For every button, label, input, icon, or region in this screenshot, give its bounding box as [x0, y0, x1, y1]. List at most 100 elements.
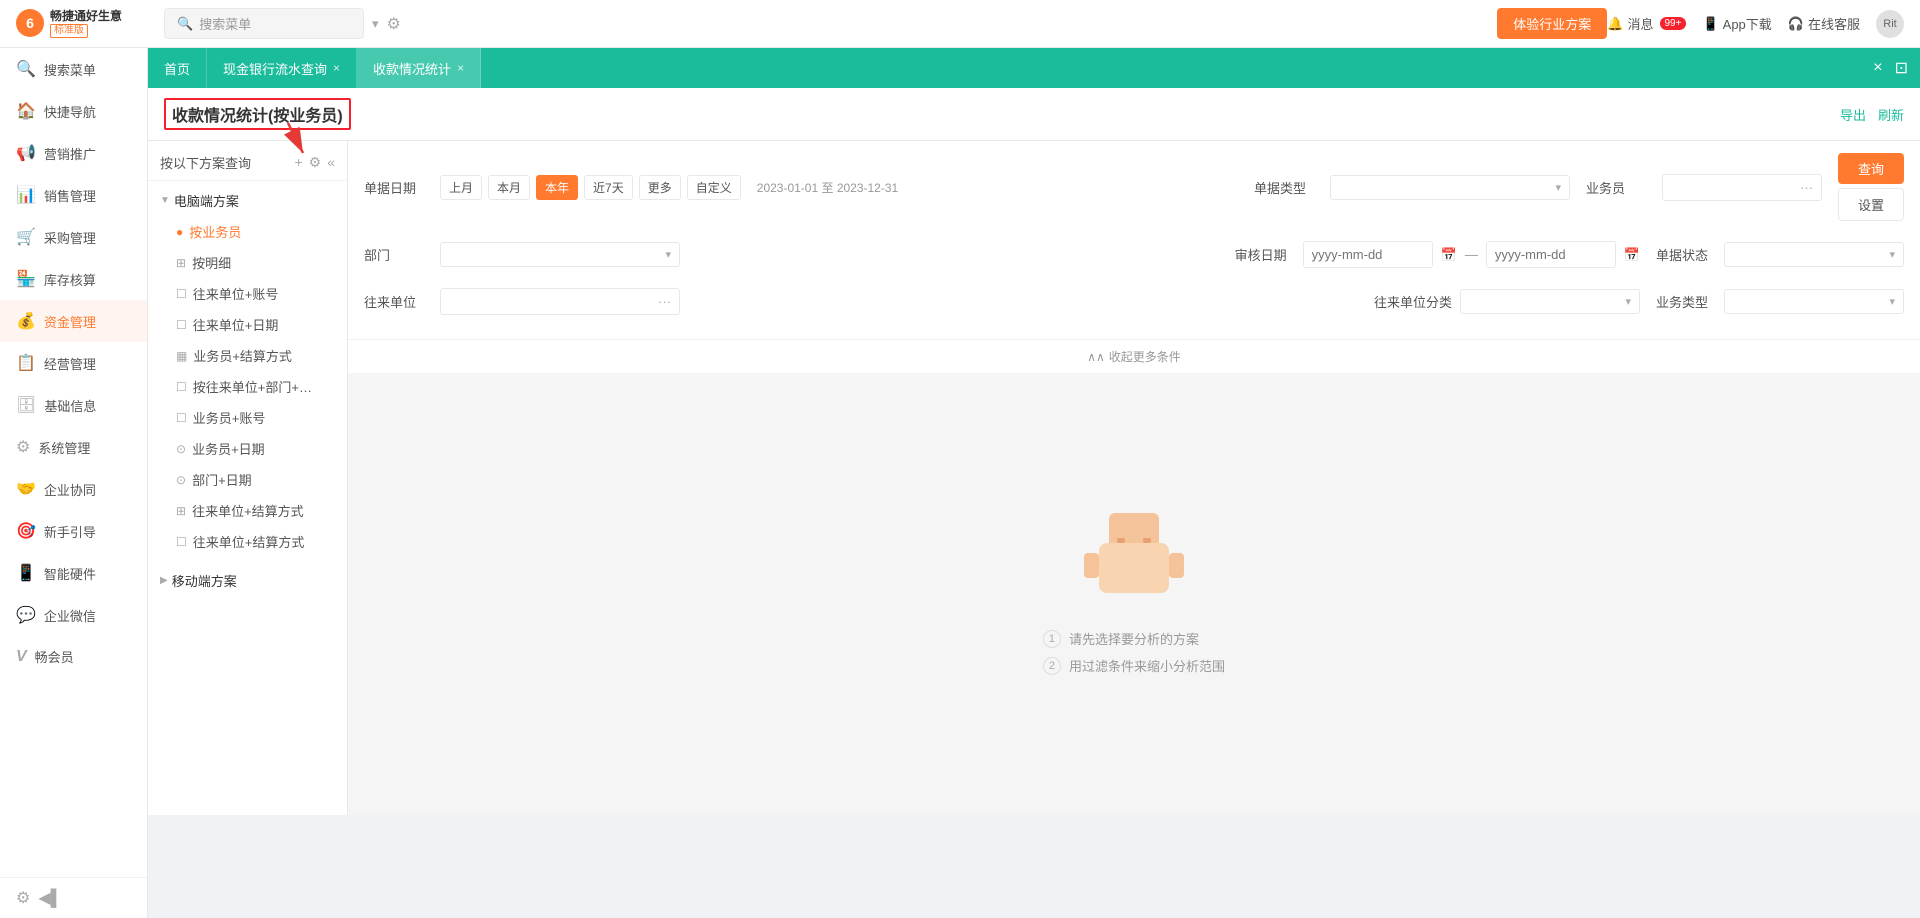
calendar-icon-to[interactable]: 📅 — [1624, 247, 1640, 263]
calendar-icon-from[interactable]: 📅 — [1441, 247, 1457, 263]
scheme-item-detail[interactable]: ⊞ 按明细 — [148, 247, 347, 278]
online-service-button[interactable]: 🎧 在线客服 — [1788, 14, 1860, 33]
sidebar-item-search[interactable]: 🔍 搜索菜单 — [0, 48, 147, 90]
sidebar-item-system[interactable]: ⚙ 系统管理 — [0, 426, 147, 468]
tab-close-all-icon[interactable]: × — [1873, 59, 1882, 77]
scheme-item-label: 业务员+账号 — [193, 408, 266, 427]
sidebar-item-inventory[interactable]: 🏪 库存核算 — [0, 258, 147, 300]
date-btn-this-month[interactable]: 本月 — [488, 175, 530, 200]
chevron-down-icon[interactable]: ▾ — [372, 16, 379, 32]
sidebar-item-marketing[interactable]: 📢 营销推广 — [0, 132, 147, 174]
tip-number-1: 1 — [1043, 630, 1061, 648]
biz-type-select[interactable]: ▾ — [1724, 289, 1904, 314]
trial-button[interactable]: 体验行业方案 — [1497, 8, 1607, 39]
sidebar-item-basic-info[interactable]: 🗄 基础信息 — [0, 384, 147, 426]
user-avatar[interactable]: Rit — [1876, 10, 1904, 38]
search-placeholder-text: 搜索菜单 — [199, 14, 251, 33]
setting-button[interactable]: 设置 — [1838, 188, 1904, 221]
tab-receipt-stats[interactable]: 收款情况统计 × — [357, 48, 481, 88]
filter-row1-right: 单据类型 ▾ 业务员 ··· 查询 设置 — [1254, 153, 1904, 221]
scheme-item-salesman-date[interactable]: ⊙ 业务员+日期 — [148, 433, 347, 464]
partner-more-icon[interactable]: ··· — [658, 294, 671, 309]
tab-receipt-stats-close[interactable]: × — [457, 61, 464, 75]
sidebar-item-finance[interactable]: 💰 资金管理 — [0, 300, 147, 342]
sidebar-item-wechat[interactable]: 💬 企业微信 — [0, 594, 147, 636]
scheme-item-partner-dept-recv[interactable]: ☐ 按往来单位+部门+收... — [148, 371, 347, 402]
partner-dept-icon: ☐ — [176, 380, 187, 394]
partner-category-select[interactable]: ▾ — [1460, 289, 1640, 314]
scheme-item-salesman-account[interactable]: ☐ 业务员+账号 — [148, 402, 347, 433]
scheme-item-label: 部门+日期 — [192, 470, 252, 489]
scheme-item-by-salesman[interactable]: ● 按业务员 — [148, 216, 347, 247]
sidebar-item-label: 库存核算 — [44, 270, 96, 289]
sidebar-item-hardware[interactable]: 📱 智能硬件 — [0, 552, 147, 594]
sidebar-item-enterprise[interactable]: 🤝 企业协同 — [0, 468, 147, 510]
sidebar-item-purchase[interactable]: 🛒 采购管理 — [0, 216, 147, 258]
date-btn-more[interactable]: 更多 — [639, 175, 681, 200]
date-buttons: 上月 本月 本年 近7天 更多 自定义 — [440, 175, 741, 200]
sidebar-item-label: 基础信息 — [44, 396, 96, 415]
date-btn-7days[interactable]: 近7天 — [584, 175, 633, 200]
sidebar-item-operation[interactable]: 📋 经营管理 — [0, 342, 147, 384]
tab-restore-icon[interactable]: ⊡ — [1895, 58, 1908, 78]
tab-bank-flow-close[interactable]: × — [333, 61, 340, 75]
sidebar-item-quicknav[interactable]: 🏠 快捷导航 — [0, 90, 147, 132]
chevron-down-icon: ▾ — [1555, 181, 1561, 194]
dept-select[interactable]: ▾ — [440, 242, 680, 267]
collapse-scheme-icon[interactable]: « — [327, 154, 335, 171]
collapse-button[interactable]: ∧∧ 收起更多条件 — [348, 339, 1920, 373]
settings-scheme-icon[interactable]: ⚙ — [309, 154, 322, 171]
doc-type-select[interactable]: ▾ — [1330, 175, 1570, 200]
filter-row3-right: 往来单位分类 ▾ 业务类型 ▾ — [1374, 289, 1904, 314]
scheme-item-partner-date[interactable]: ☐ 往来单位+日期 — [148, 309, 347, 340]
add-scheme-icon[interactable]: + — [294, 154, 302, 171]
scheme-item-salesman-payment[interactable]: ▦ 业务员+结算方式 — [148, 340, 347, 371]
scheme-group-mobile-title[interactable]: ▶ 移动端方案 — [148, 565, 347, 596]
date-btn-custom[interactable]: 自定义 — [687, 175, 741, 200]
collapse-sidebar-icon[interactable]: ◀▌ — [38, 888, 62, 908]
app-download-button[interactable]: 📱 App下载 — [1702, 14, 1771, 33]
partner-account-icon: ☐ — [176, 287, 187, 301]
filter-row-3: 往来单位 ··· 往来单位分类 ▾ 业务类型 — [348, 280, 1920, 327]
refresh-button[interactable]: 刷新 — [1878, 105, 1904, 124]
date-btn-last-month[interactable]: 上月 — [440, 175, 482, 200]
tab-bank-flow[interactable]: 现金银行流水查询 × — [207, 48, 357, 88]
sales-icon: 📊 — [16, 185, 36, 205]
sidebar-item-sales[interactable]: 📊 销售管理 — [0, 174, 147, 216]
scheme-item-partner-account[interactable]: ☐ 往来单位+账号 — [148, 278, 347, 309]
right-panel: 单据日期 上月 本月 本年 近7天 更多 自定义 2023-01-01 至 20… — [348, 141, 1920, 815]
main-content: 收款情况统计(按业务员) 导出 刷新 按以下方案查询 + ⚙ « ▼ 电脑端方案 — [148, 88, 1920, 918]
collapse-arrow-icon: ∧∧ — [1087, 350, 1105, 364]
more-icon[interactable]: ··· — [1800, 180, 1813, 195]
doc-status-select[interactable]: ▾ — [1724, 242, 1904, 267]
review-date-from-input[interactable] — [1303, 241, 1433, 268]
settings-bottom-icon[interactable]: ⚙ — [16, 888, 30, 908]
notification-button[interactable]: 🔔 消息 99+ — [1607, 14, 1686, 33]
partner-select[interactable]: ··· — [440, 288, 680, 315]
gear-icon[interactable]: ⚙ — [387, 14, 401, 34]
scheme-item-partner-payment1[interactable]: ⊞ 往来单位+结算方式 — [148, 495, 347, 526]
sidebar-item-guide[interactable]: 🎯 新手引导 — [0, 510, 147, 552]
tab-home[interactable]: 首页 — [148, 48, 207, 88]
page-header: 收款情况统计(按业务员) 导出 刷新 — [148, 88, 1920, 141]
query-button[interactable]: 查询 — [1838, 153, 1904, 184]
date-btn-this-year[interactable]: 本年 — [536, 175, 578, 200]
scheme-group-desktop-title[interactable]: ▼ 电脑端方案 — [148, 185, 347, 216]
scheme-item-dept-date[interactable]: ⊙ 部门+日期 — [148, 464, 347, 495]
sidebar-item-label: 营销推广 — [44, 144, 96, 163]
salesman-select[interactable]: ··· — [1662, 174, 1822, 201]
search-bar-display[interactable]: 🔍 搜索菜单 — [164, 8, 364, 39]
sidebar-item-label: 新手引导 — [44, 522, 96, 541]
date-separator: — — [1465, 247, 1478, 262]
scheme-item-partner-payment2[interactable]: ☐ 往来单位+结算方式 — [148, 526, 347, 557]
salesman-label: 业务员 — [1586, 178, 1646, 197]
doc-type-label: 单据类型 — [1254, 178, 1314, 197]
notification-icon: 🔔 — [1607, 16, 1623, 32]
export-button[interactable]: 导出 — [1840, 105, 1866, 124]
filter-row2-right: 审核日期 📅 — 📅 单据状态 ▾ — [1235, 241, 1904, 268]
review-date-to-input[interactable] — [1486, 241, 1616, 268]
sidebar-item-member[interactable]: V 畅会员 — [0, 636, 147, 677]
scheme-panel: 按以下方案查询 + ⚙ « ▼ 电脑端方案 ● 按业务员 ⊞ — [148, 141, 348, 815]
biz-type-label: 业务类型 — [1656, 292, 1716, 311]
tip-number-2: 2 — [1043, 657, 1061, 675]
